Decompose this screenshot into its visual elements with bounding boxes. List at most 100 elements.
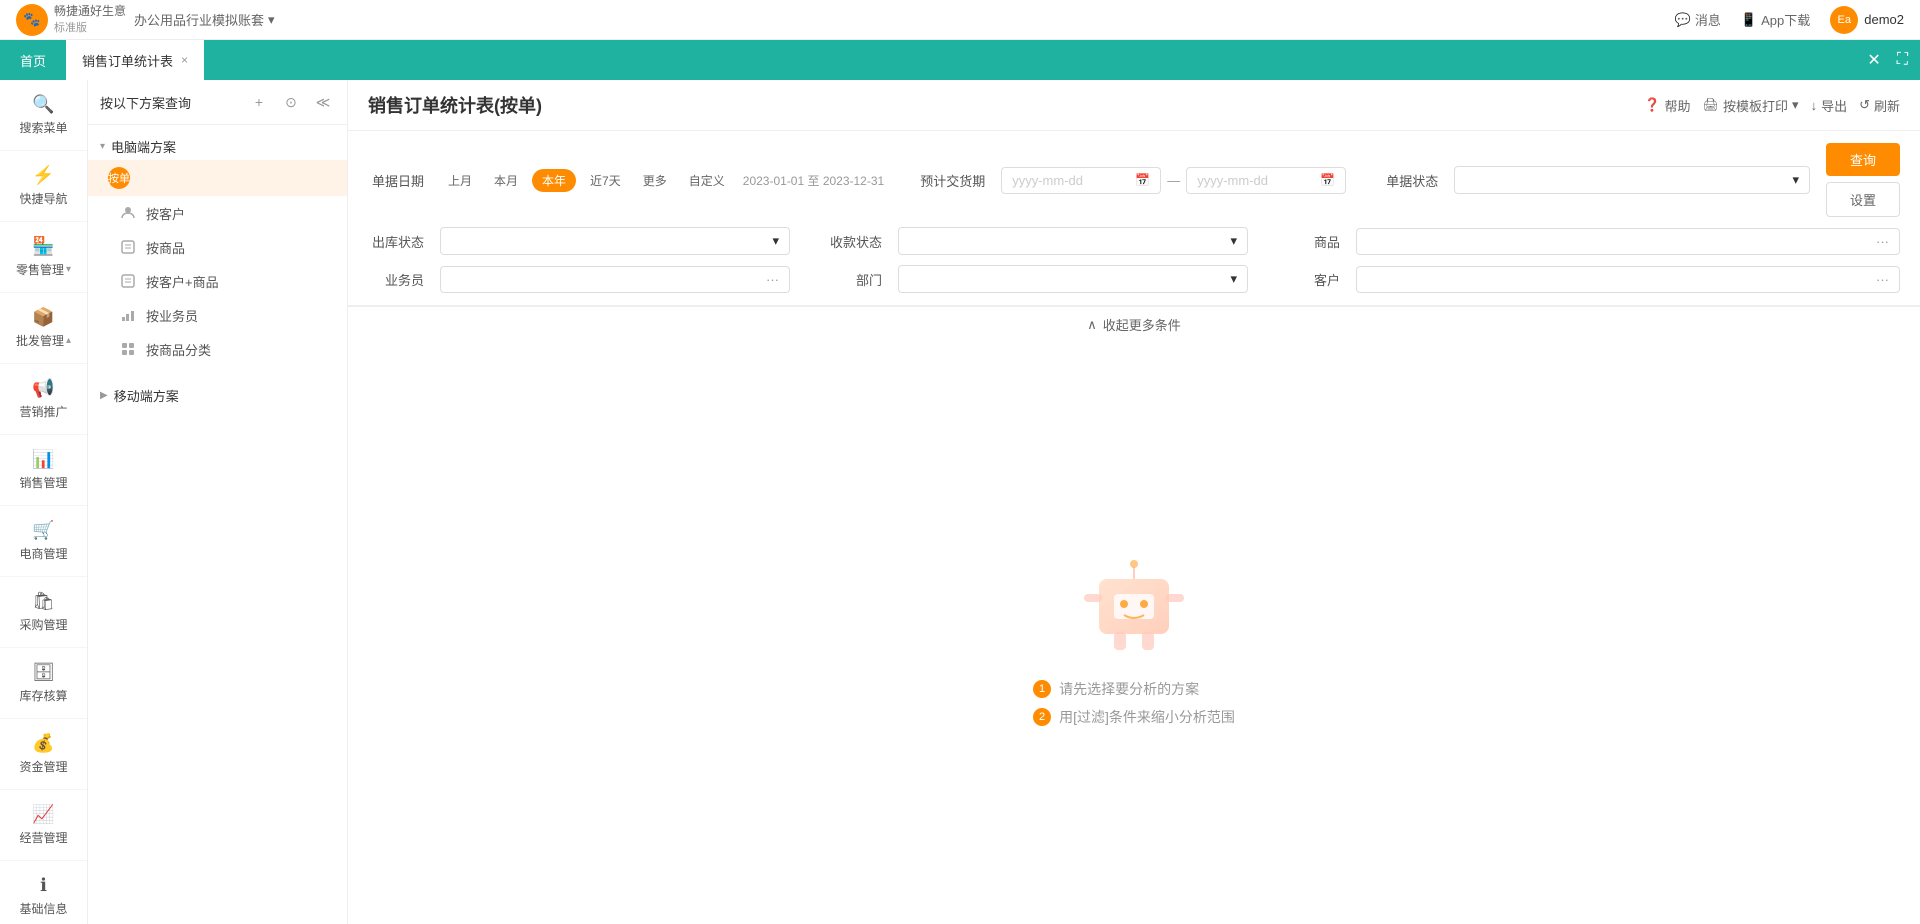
payment-status-select[interactable]: ▾ xyxy=(898,227,1248,255)
scheme-item-by-customer[interactable]: 按客户 xyxy=(88,196,347,230)
product-dots[interactable]: ··· xyxy=(1876,234,1889,249)
scheme-active-badge: 按单 xyxy=(108,167,130,189)
add-scheme-icon: + xyxy=(255,94,263,110)
sidebar-item-basic-info[interactable]: ℹ 基础信息 xyxy=(0,861,87,924)
scheme-panel: 按以下方案查询 + ⊙ ≪ ▾ 电脑端方案 按单 xyxy=(88,80,348,924)
refresh-button[interactable]: ↺ 刷新 xyxy=(1859,96,1900,115)
sidebar-item-sales-mgmt[interactable]: 📊 销售管理 xyxy=(0,435,87,506)
topbar-right: 💬 消息 📱 App下载 Ea demo2 xyxy=(1675,6,1904,34)
scheme-item-by-category[interactable]: 按商品分类 xyxy=(88,332,347,366)
filter-row-1: 单据日期 上月 本月 本年 近7天 更多 自定义 2023-01-01 至 20… xyxy=(368,143,1900,217)
app-download-button[interactable]: 📱 App下载 xyxy=(1741,10,1810,29)
pc-scheme-group-arrow-icon: ▾ xyxy=(100,141,105,152)
pc-scheme-section: ▾ 电脑端方案 按单 按客户 xyxy=(88,125,347,374)
mobile-scheme-group[interactable]: ▶ 移动端方案 xyxy=(88,382,347,409)
logo-icon: 🐾 xyxy=(16,4,48,36)
delivery-status-select[interactable]: ▾ xyxy=(440,227,790,255)
window-maximize-icon[interactable]: ⛶ xyxy=(1893,47,1912,73)
status-select[interactable]: ▾ xyxy=(1454,166,1810,194)
sidebar-item-finance[interactable]: 💰 资金管理 xyxy=(0,719,87,790)
date-btn-custom[interactable]: 自定义 xyxy=(681,169,733,192)
delivery-date-label: 预计交货期 xyxy=(920,171,985,190)
date-label: 单据日期 xyxy=(368,171,424,190)
sidebar-item-wholesale-mgmt-label: 批发管理 xyxy=(16,332,64,349)
salesperson-dots[interactable]: ··· xyxy=(766,272,779,287)
sidebar-item-ecommerce[interactable]: 🛒 电商管理 xyxy=(0,506,87,577)
scheme-by-category-label: 按商品分类 xyxy=(146,340,211,359)
department-label: 部门 xyxy=(826,270,882,289)
customer-select[interactable]: ··· xyxy=(1356,266,1900,293)
scheme-item-by-order[interactable]: 按单 xyxy=(88,160,347,196)
scheme-by-cust-prod-label: 按客户+商品 xyxy=(146,272,219,291)
content-area: 按以下方案查询 + ⊙ ≪ ▾ 电脑端方案 按单 xyxy=(88,80,1920,924)
pc-scheme-group[interactable]: ▾ 电脑端方案 xyxy=(88,133,347,160)
user-area[interactable]: Ea demo2 xyxy=(1830,6,1904,34)
scheme-item-by-product[interactable]: 按商品 xyxy=(88,230,347,264)
breadcrumb[interactable]: 办公用品行业模拟账套 ▾ xyxy=(134,10,275,29)
wholesale-mgmt-icon: 📦 xyxy=(32,307,54,328)
sidebar-item-inventory[interactable]: 🗄 库存核算 xyxy=(0,648,87,719)
help-button[interactable]: ❓ 帮助 xyxy=(1644,96,1690,115)
customer-dots[interactable]: ··· xyxy=(1876,272,1889,287)
empty-hint-1: 1 请先选择要分析的方案 xyxy=(1033,679,1235,699)
date-btn-this-month[interactable]: 本月 xyxy=(486,169,526,192)
scheme-collapse-button[interactable]: ≪ xyxy=(311,90,335,114)
scheme-by-customer-icon xyxy=(118,203,138,223)
sidebar-item-marketing[interactable]: 📢 营销推广 xyxy=(0,364,87,435)
delivery-date-end[interactable]: yyyy-mm-dd 📅 xyxy=(1186,167,1346,194)
window-close-icon[interactable]: ✕ xyxy=(1863,46,1884,74)
salesperson-select[interactable]: ··· xyxy=(440,266,790,293)
scheme-item-by-salesperson[interactable]: 按业务员 xyxy=(88,298,347,332)
avatar: Ea xyxy=(1830,6,1858,34)
scheme-settings-button[interactable]: ⊙ xyxy=(279,90,303,114)
date-btn-this-year[interactable]: 本年 xyxy=(532,169,576,192)
filter-area: 单据日期 上月 本月 本年 近7天 更多 自定义 2023-01-01 至 20… xyxy=(348,131,1920,306)
status-dropdown-icon: ▾ xyxy=(1792,172,1799,188)
sidebar-item-search-menu[interactable]: 🔍 搜索菜单 xyxy=(0,80,87,151)
sidebar-item-operation[interactable]: 📈 经营管理 xyxy=(0,790,87,861)
inventory-icon: 🗄 xyxy=(32,662,55,683)
date-btn-last-month[interactable]: 上月 xyxy=(440,169,480,192)
scheme-by-product-label: 按商品 xyxy=(146,238,185,257)
retail-mgmt-label-area: 零售管理 ▾ xyxy=(16,261,71,278)
topbar: 🐾 畅捷通好生意 标准版 办公用品行业模拟账套 ▾ 💬 消息 📱 App下载 E… xyxy=(0,0,1920,40)
sidebar-item-purchase[interactable]: 🛍 采购管理 xyxy=(0,577,87,648)
collapse-icon: ∧ xyxy=(1087,317,1097,333)
empty-state: 1 请先选择要分析的方案 2 用[过滤]条件来缩小分析范围 xyxy=(348,342,1920,924)
cal-start-icon: 📅 xyxy=(1135,173,1150,187)
scheme-add-button[interactable]: + xyxy=(247,90,271,114)
hint-num-2: 2 xyxy=(1033,708,1051,726)
date-range-display: 2023-01-01 至 2023-12-31 xyxy=(743,172,884,189)
help-icon: ❓ xyxy=(1644,97,1660,113)
scheme-item-by-cust-prod[interactable]: 按客户+商品 xyxy=(88,264,347,298)
delivery-date-start[interactable]: yyyy-mm-dd 📅 xyxy=(1001,167,1161,194)
tab-home[interactable]: 首页 xyxy=(0,40,66,80)
sidebar-item-wholesale-mgmt[interactable]: 📦 批发管理 ▴ xyxy=(0,293,87,364)
refresh-icon: ↺ xyxy=(1859,97,1870,113)
empty-hint-1-text: 请先选择要分析的方案 xyxy=(1059,679,1199,699)
message-button[interactable]: 💬 消息 xyxy=(1675,10,1721,29)
empty-hint-2-text: 用[过滤]条件来缩小分析范围 xyxy=(1059,707,1235,727)
date-btn-last-7[interactable]: 近7天 xyxy=(582,169,629,192)
filter-row-3: 业务员 ··· 部门 ▾ 客户 ··· xyxy=(368,265,1900,293)
print-button[interactable]: 🖨 按模板打印 ▾ xyxy=(1703,96,1799,115)
delivery-date-group: yyyy-mm-dd 📅 — yyyy-mm-dd 📅 xyxy=(1001,167,1346,194)
collapse-bar[interactable]: ∧ 收起更多条件 xyxy=(348,306,1920,342)
tab-close-icon[interactable]: × xyxy=(181,53,188,67)
scheme-panel-title: 按以下方案查询 xyxy=(100,93,239,112)
scheme-settings-icon: ⊙ xyxy=(285,94,297,111)
settings-button[interactable]: 设置 xyxy=(1826,182,1900,217)
department-select[interactable]: ▾ xyxy=(898,265,1248,293)
product-select[interactable]: ··· xyxy=(1356,228,1900,255)
export-button[interactable]: ↓ 导出 xyxy=(1811,96,1848,115)
logo-sub: 标准版 xyxy=(54,19,126,35)
scheme-panel-header: 按以下方案查询 + ⊙ ≪ xyxy=(88,80,347,125)
query-button[interactable]: 查询 xyxy=(1826,143,1900,176)
date-btn-more[interactable]: 更多 xyxy=(635,169,675,192)
sidebar-item-quick-nav[interactable]: ⚡ 快捷导航 xyxy=(0,151,87,222)
status-label: 单据状态 xyxy=(1382,171,1438,190)
breadcrumb-text: 办公用品行业模拟账套 xyxy=(134,10,264,29)
sidebar-item-retail-mgmt[interactable]: 🏪 零售管理 ▾ xyxy=(0,222,87,293)
tab-sales-order-stats[interactable]: 销售订单统计表 × xyxy=(66,40,204,80)
sidebar-item-ecommerce-label: 电商管理 xyxy=(19,545,67,562)
